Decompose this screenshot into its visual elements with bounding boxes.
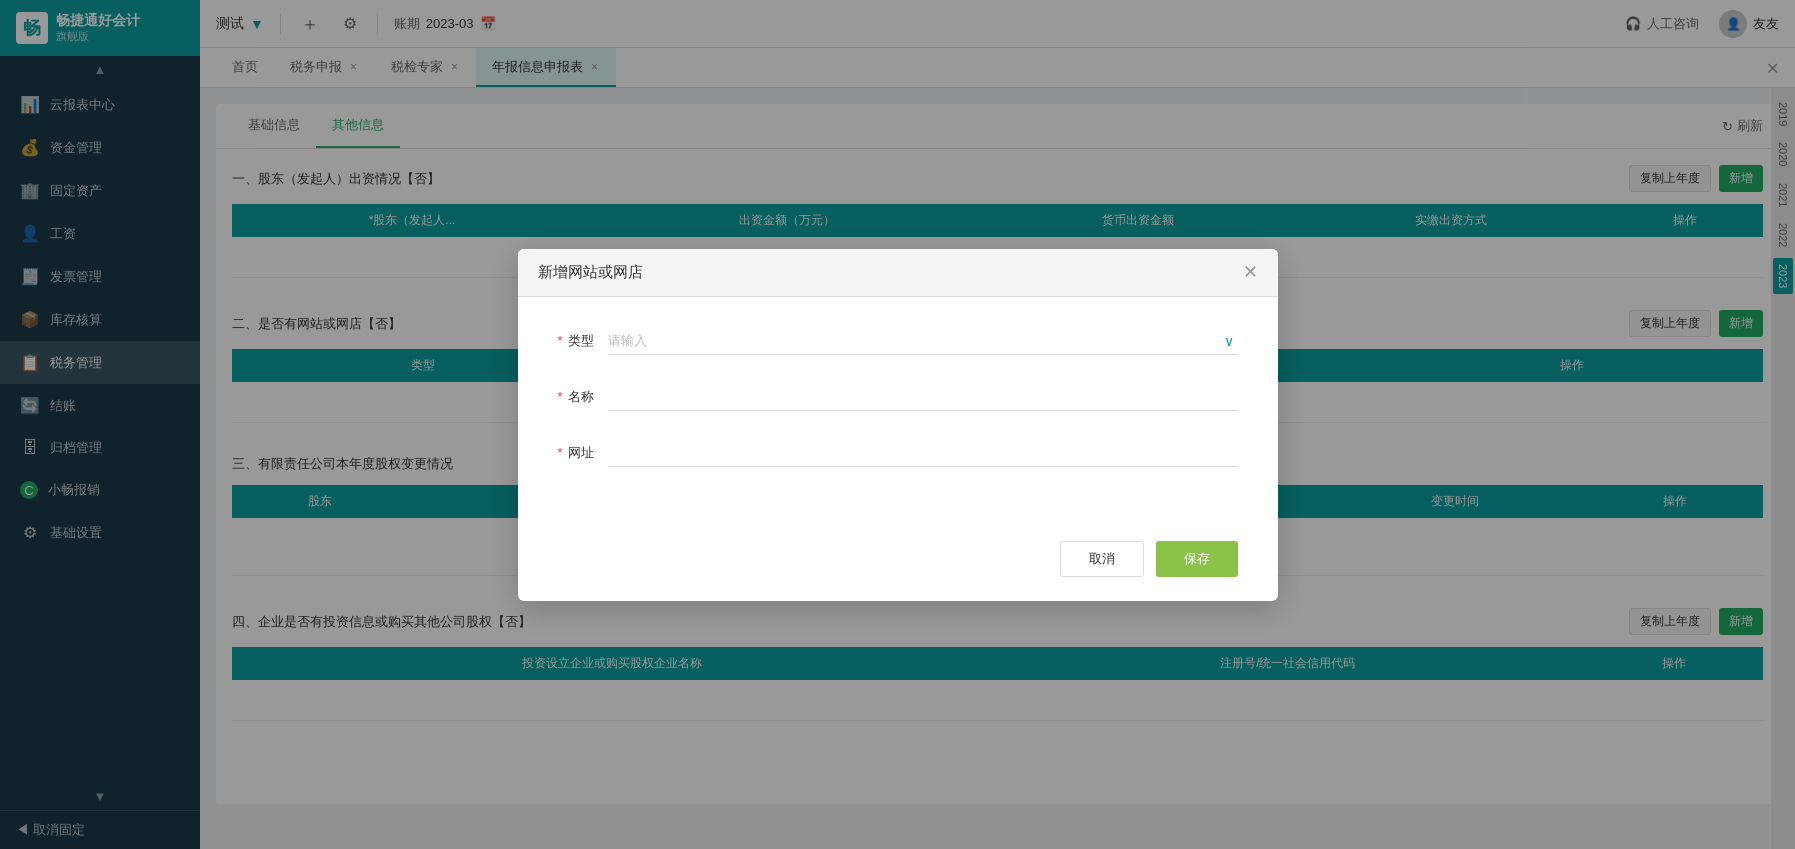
form-label-type: * 类型 [558, 332, 608, 350]
url-input-wrap [608, 439, 1238, 467]
form-field-name: * 名称 [558, 383, 1238, 411]
type-input-wrap: ∨ [608, 327, 1238, 355]
dialog-close-button[interactable]: ✕ [1243, 263, 1258, 281]
add-website-dialog: 新增网站或网店 ✕ * 类型 ∨ * 名称 [518, 249, 1278, 601]
form-field-type: * 类型 ∨ [558, 327, 1238, 355]
url-input[interactable] [608, 439, 1238, 467]
label-text-url: 网址 [568, 445, 594, 460]
form-label-name: * 名称 [558, 388, 608, 406]
name-input-wrap [608, 383, 1238, 411]
dialog-body: * 类型 ∨ * 名称 * [518, 297, 1278, 525]
label-text-type: 类型 [568, 333, 594, 348]
dialog-overlay[interactable]: 新增网站或网店 ✕ * 类型 ∨ * 名称 [0, 0, 1795, 849]
required-star-type: * [558, 333, 563, 348]
dialog-title: 新增网站或网店 [538, 263, 643, 282]
required-star-url: * [558, 445, 563, 460]
type-input[interactable] [608, 327, 1238, 355]
name-input[interactable] [608, 383, 1238, 411]
required-star-name: * [558, 389, 563, 404]
form-field-url: * 网址 [558, 439, 1238, 467]
form-label-url: * 网址 [558, 444, 608, 462]
label-text-name: 名称 [568, 389, 594, 404]
dialog-footer: 取消 保存 [518, 525, 1278, 601]
dialog-header: 新增网站或网店 ✕ [518, 249, 1278, 297]
cancel-button[interactable]: 取消 [1060, 541, 1144, 577]
save-button[interactable]: 保存 [1156, 541, 1238, 577]
